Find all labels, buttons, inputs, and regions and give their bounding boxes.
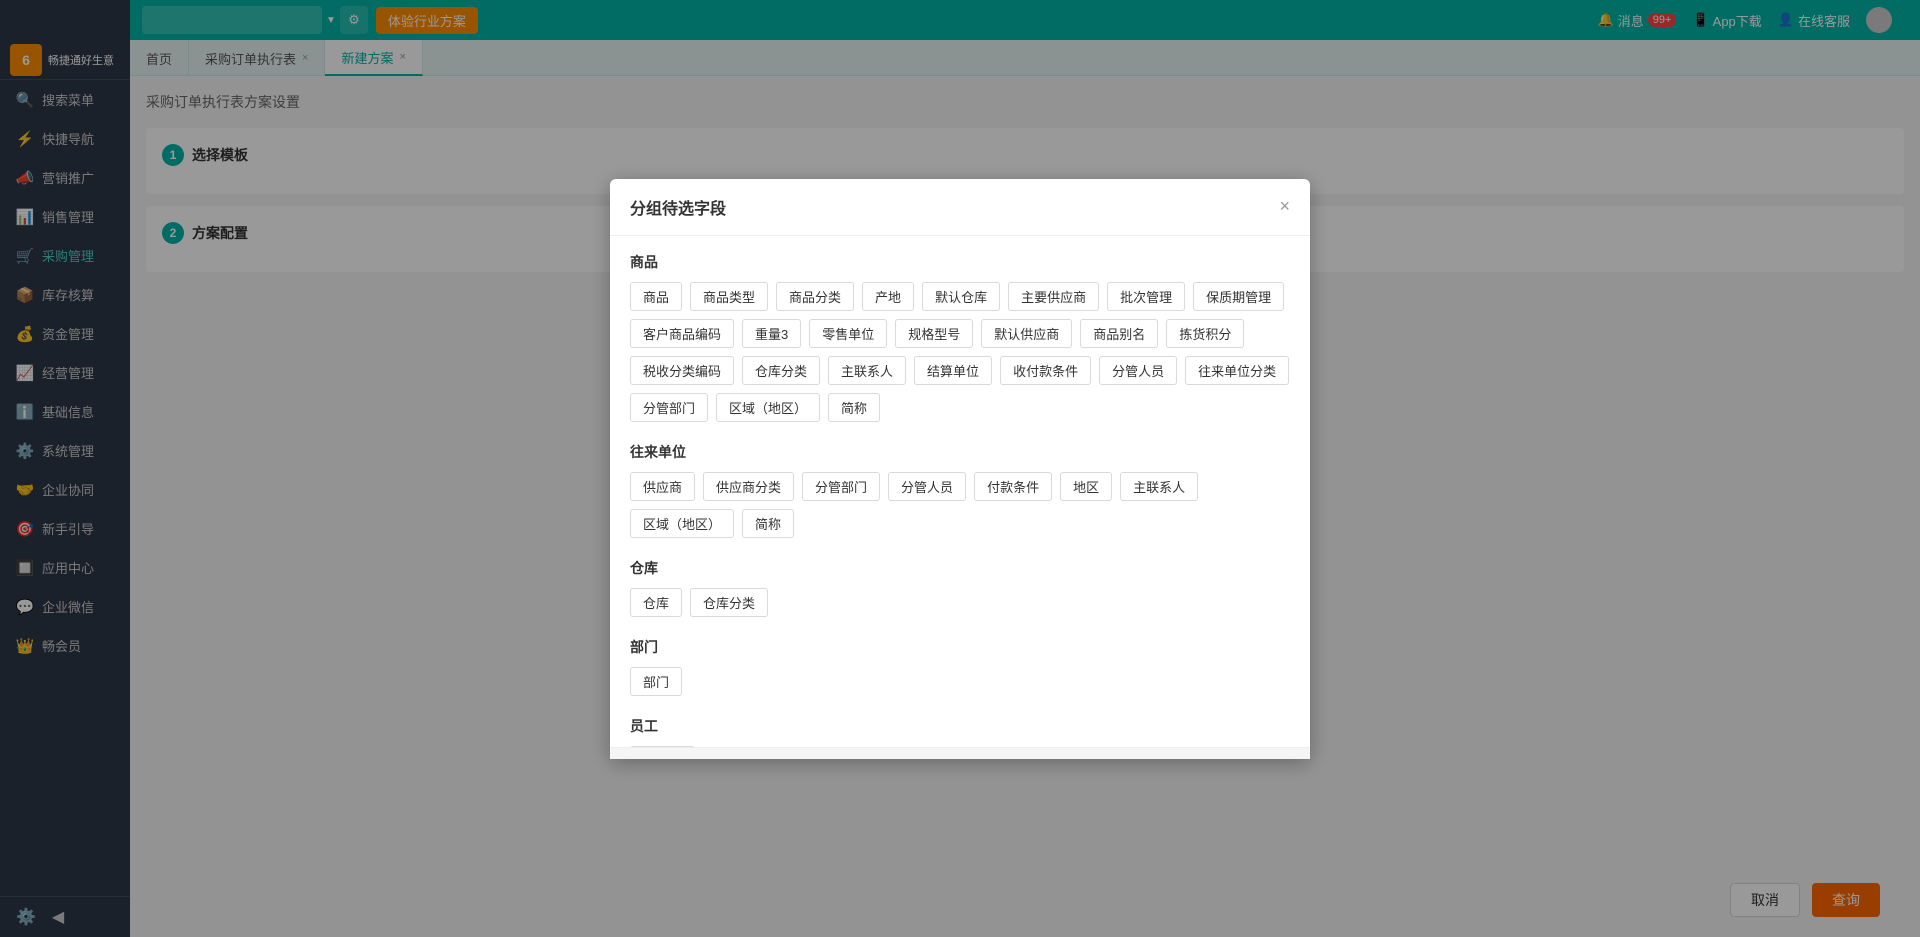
field-tag-0-7[interactable]: 保质期管理 — [1193, 282, 1284, 311]
field-tags-0: 商品商品类型商品分类产地默认仓库主要供应商批次管理保质期管理客户商品编码重量3 零… — [630, 282, 1290, 422]
field-tag-0-9[interactable]: 重量3 — [742, 319, 801, 348]
field-tag-1-6[interactable]: 主联系人 — [1120, 472, 1198, 501]
field-tag-0-22[interactable]: 分管部门 — [630, 393, 708, 422]
field-tag-1-1[interactable]: 供应商分类 — [703, 472, 794, 501]
field-tag-0-11[interactable]: 规格型号 — [895, 319, 973, 348]
field-section-2: 仓库仓库仓库分类 — [630, 558, 1290, 617]
field-section-title-1: 往来单位 — [630, 442, 1290, 462]
field-section-1: 往来单位供应商供应商分类分管部门分管人员付款条件地区主联系人区域（地区） 简称 — [630, 442, 1290, 538]
field-tag-0-16[interactable]: 仓库分类 — [742, 356, 820, 385]
field-tag-0-24[interactable]: 简称 — [828, 393, 880, 422]
field-tag-1-2[interactable]: 分管部门 — [802, 472, 880, 501]
field-tags-3: 部门 — [630, 667, 1290, 696]
field-tag-0-15[interactable]: 税收分类编码 — [630, 356, 734, 385]
field-tag-2-0[interactable]: 仓库 — [630, 588, 682, 617]
field-tag-0-5[interactable]: 主要供应商 — [1008, 282, 1099, 311]
field-tag-3-0[interactable]: 部门 — [630, 667, 682, 696]
field-tag-0-14[interactable]: 拣货积分 — [1166, 319, 1244, 348]
field-section-0: 商品商品商品类型商品分类产地默认仓库主要供应商批次管理保质期管理客户商品编码重量… — [630, 252, 1290, 422]
modal-title: 分组待选字段 — [630, 195, 726, 219]
field-tag-1-0[interactable]: 供应商 — [630, 472, 695, 501]
field-tag-0-20[interactable]: 分管人员 — [1099, 356, 1177, 385]
field-tag-0-0[interactable]: 商品 — [630, 282, 682, 311]
modal-body[interactable]: 商品商品商品类型商品分类产地默认仓库主要供应商批次管理保质期管理客户商品编码重量… — [610, 236, 1310, 747]
field-tag-0-23[interactable]: 区域（地区） — [716, 393, 820, 422]
field-section-title-4: 员工 — [630, 716, 1290, 736]
field-tag-0-13[interactable]: 商品别名 — [1080, 319, 1158, 348]
field-tag-0-2[interactable]: 商品分类 — [776, 282, 854, 311]
field-tag-0-21[interactable]: 往来单位分类 — [1185, 356, 1289, 385]
field-tags-2: 仓库仓库分类 — [630, 588, 1290, 617]
field-tag-0-4[interactable]: 默认仓库 — [922, 282, 1000, 311]
field-tag-0-12[interactable]: 默认供应商 — [981, 319, 1072, 348]
modal-overlay[interactable]: 分组待选字段 × 商品商品商品类型商品分类产地默认仓库主要供应商批次管理保质期管… — [0, 0, 1920, 937]
field-tag-0-10[interactable]: 零售单位 — [809, 319, 887, 348]
field-tag-1-8[interactable]: 简称 — [742, 509, 794, 538]
field-tag-0-18[interactable]: 结算单位 — [914, 356, 992, 385]
modal-hscroll[interactable] — [610, 747, 1310, 759]
modal-header: 分组待选字段 × — [610, 179, 1310, 236]
field-section-title-2: 仓库 — [630, 558, 1290, 578]
field-tags-1: 供应商供应商分类分管部门分管人员付款条件地区主联系人区域（地区） 简称 — [630, 472, 1290, 538]
field-section-title-3: 部门 — [630, 637, 1290, 657]
field-tag-0-19[interactable]: 收付款条件 — [1000, 356, 1091, 385]
field-tag-1-3[interactable]: 分管人员 — [888, 472, 966, 501]
field-section-title-0: 商品 — [630, 252, 1290, 272]
field-tag-1-7[interactable]: 区域（地区） — [630, 509, 734, 538]
field-tag-0-6[interactable]: 批次管理 — [1107, 282, 1185, 311]
field-tag-0-17[interactable]: 主联系人 — [828, 356, 906, 385]
field-tag-1-5[interactable]: 地区 — [1060, 472, 1112, 501]
modal-close-button[interactable]: × — [1279, 196, 1290, 217]
field-section-3: 部门部门 — [630, 637, 1290, 696]
field-tag-2-1[interactable]: 仓库分类 — [690, 588, 768, 617]
field-tag-1-4[interactable]: 付款条件 — [974, 472, 1052, 501]
field-tag-0-8[interactable]: 客户商品编码 — [630, 319, 734, 348]
field-tag-0-3[interactable]: 产地 — [862, 282, 914, 311]
field-tag-0-1[interactable]: 商品类型 — [690, 282, 768, 311]
modal-dialog: 分组待选字段 × 商品商品商品类型商品分类产地默认仓库主要供应商批次管理保质期管… — [610, 179, 1310, 759]
field-section-4: 员工业务员 — [630, 716, 1290, 747]
